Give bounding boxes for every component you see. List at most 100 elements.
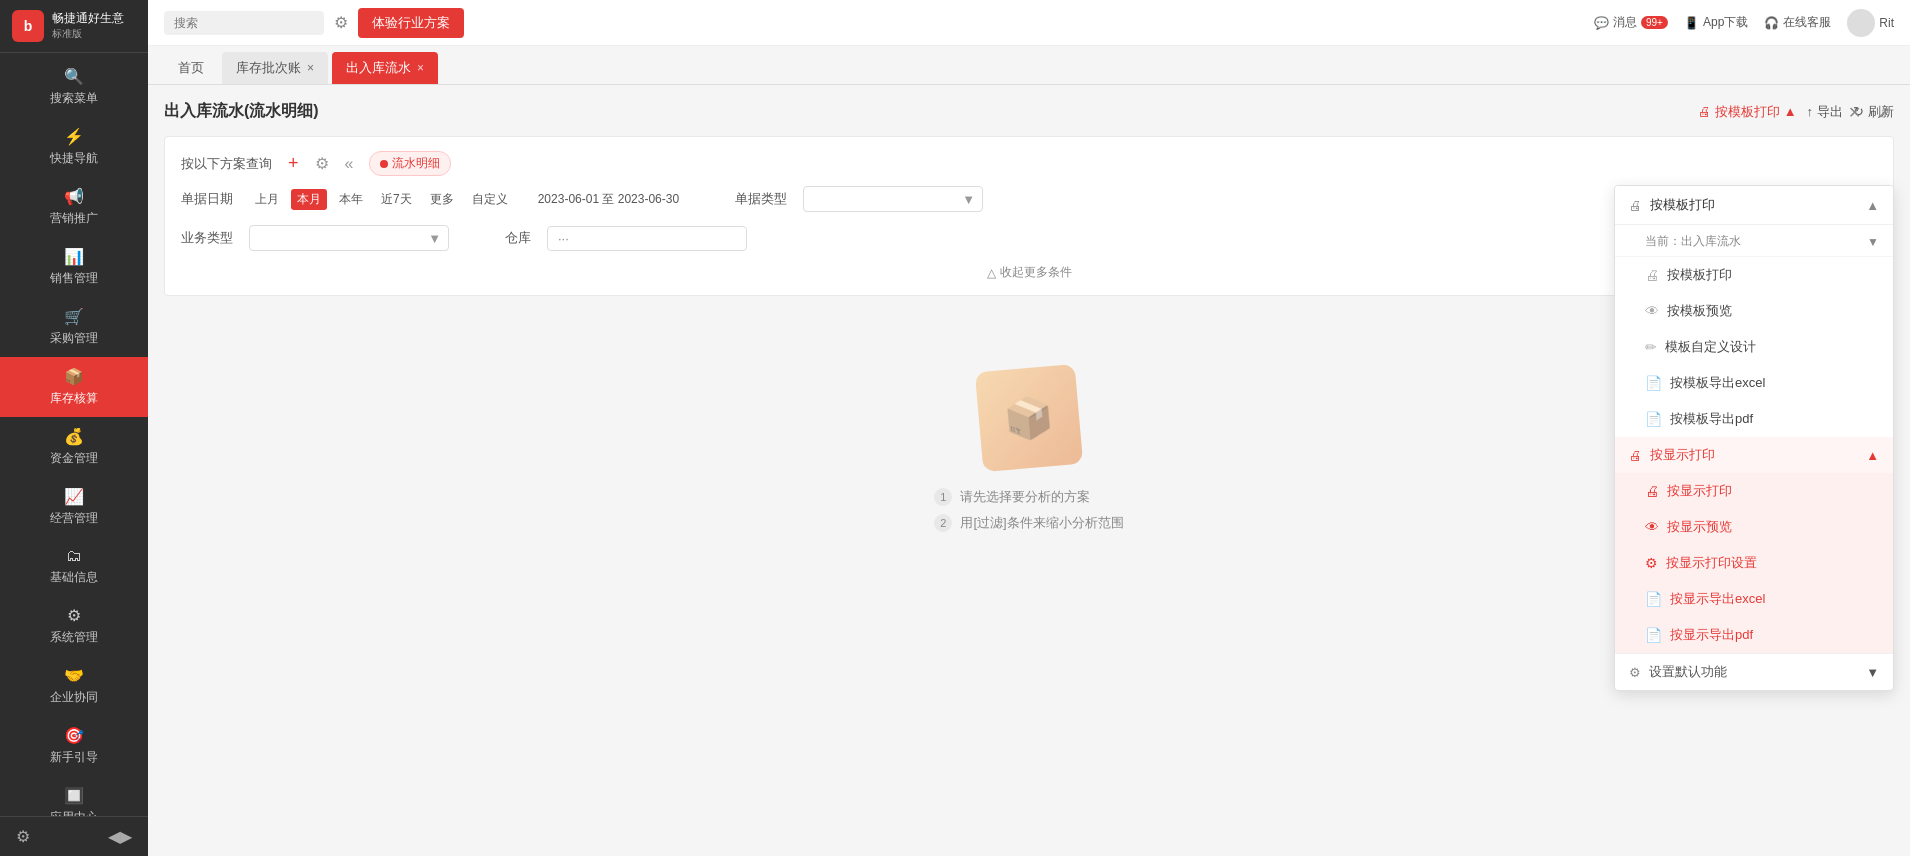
user-item[interactable]: Rit [1847,9,1894,37]
date-label: 单据日期 [181,190,233,208]
window-max-btn[interactable]: ⤢ [1873,99,1894,126]
dp-label-template_export_excel: 按模板导出excel [1670,374,1765,392]
notifications-item[interactable]: 💬 消息 99+ [1594,14,1668,31]
sidebar-icon-search: 🔍 [64,67,84,86]
dp-icon-template_preview: 👁 [1645,303,1659,319]
sidebar-item-enterprise[interactable]: 🤝企业协同 [0,656,148,716]
sidebar-label-guide: 新手引导 [50,749,98,766]
sidebar-icon-basic: 🗂 [66,547,82,565]
sidebar-icon-purchase: 🛒 [64,307,84,326]
dp-item-template_print[interactable]: 🖨按模板打印 [1615,257,1893,293]
dp-icon-display_print: 🖨 [1645,483,1659,499]
tab-flow-label: 出入库流水 [346,59,411,77]
sidebar-item-search[interactable]: 🔍搜索菜单 [0,57,148,117]
dp-footer-arrow: ▼ [1866,665,1879,680]
notification-badge: 99+ [1641,16,1668,29]
dp-header-up-icon[interactable]: ▲ [1866,198,1879,213]
dp-item-template_export_excel[interactable]: 📄按模板导出excel [1615,365,1893,401]
sidebar-item-guide[interactable]: 🎯新手引导 [0,716,148,776]
warehouse-more-icon: ··· [558,231,569,246]
dp-icon-display_preview: 👁 [1645,519,1659,535]
filter-tag: 流水明细 [369,151,451,176]
sidebar-label-basic: 基础信息 [50,569,98,586]
tip-text-2: 用[过滤]条件来缩小分析范围 [960,514,1123,532]
date-opt-custom[interactable]: 自定义 [466,189,514,210]
sidebar-icon-inventory: 📦 [64,367,84,386]
tab-home[interactable]: 首页 [164,52,218,84]
dp-item-template_custom[interactable]: ✏模板自定义设计 [1615,329,1893,365]
print-template-btn[interactable]: 🖨 按模板打印 ▲ [1698,103,1797,121]
dp-display-section-arrow: ▲ [1866,448,1879,463]
doc-type-select[interactable] [803,186,983,212]
sidebar-item-inventory[interactable]: 📦库存核算 [0,357,148,417]
sidebar-icon-finance: 💰 [64,427,84,446]
dp-sub-header: 当前：出入库流水 ▼ [1615,225,1893,257]
sidebar-item-system[interactable]: ⚙系统管理 [0,596,148,656]
dp-footer-label: 设置默认功能 [1649,663,1727,681]
dp-header: 🖨 按模板打印 ▲ [1615,186,1893,225]
sidebar-item-finance[interactable]: 💰资金管理 [0,417,148,477]
export-icon: ↑ [1807,104,1814,119]
tip-num-2: 2 [934,514,952,532]
sidebar-icon-shortcut: ⚡ [64,127,84,146]
sidebar-item-marketing[interactable]: 📢营销推广 [0,177,148,237]
sidebar-icon-apps: 🔲 [64,786,84,805]
collapse-label: 收起更多条件 [1000,264,1072,281]
export-btn[interactable]: ↑ 导出 [1807,103,1844,121]
sidebar: b 畅捷通好生意 标准版 🔍搜索菜单 ⚡ 快捷导航 📢营销推广📊销售管理🛒采购管理📦库… [0,0,148,856]
biz-type-select[interactable] [249,225,449,251]
filter-add-btn[interactable]: + [288,153,299,174]
dp-item-display_settings[interactable]: ⚙按显示打印设置 [1615,545,1893,581]
print-dropdown-arrow[interactable]: ▲ [1784,104,1797,119]
dp-sub-header-arrow[interactable]: ▼ [1867,235,1879,249]
date-opt-this-year[interactable]: 本年 [333,189,369,210]
tab-batch[interactable]: 库存批次账 × [222,52,328,84]
dp-footer[interactable]: ⚙ 设置默认功能 ▼ [1615,653,1893,690]
tab-batch-close[interactable]: × [307,61,314,75]
date-opt-last-month[interactable]: 上月 [249,189,285,210]
window-close-btn[interactable]: ✕ [1844,99,1865,126]
bell-icon: 💬 [1594,16,1609,30]
dp-item-display_export_excel[interactable]: 📄按显示导出excel [1615,581,1893,617]
warehouse-field[interactable]: ··· [547,226,747,251]
template-items-container: 🖨按模板打印👁按模板预览✏模板自定义设计📄按模板导出excel📄按模板导出pdf [1615,257,1893,437]
dp-display-section-header[interactable]: 🖨 按显示打印 ▲ [1615,437,1893,473]
dp-item-display_preview[interactable]: 👁按显示预览 [1615,509,1893,545]
date-opt-this-month[interactable]: 本月 [291,189,327,210]
dp-icon-display_export_excel: 📄 [1645,591,1662,607]
sidebar-collapse-icon[interactable]: ◀▶ [108,827,132,846]
tab-flow[interactable]: 出入库流水 × [332,52,438,84]
sidebar-label-shortcut: 快捷导航 [50,150,98,167]
filter-setting-btn[interactable]: ⚙ [315,154,329,173]
sidebar-item-shortcut[interactable]: ⚡ 快捷导航 [0,117,148,177]
dp-item-template_export_pdf[interactable]: 📄按模板导出pdf [1615,401,1893,437]
app-download-item[interactable]: 📱 App下载 [1684,14,1748,31]
empty-icon: 📦 [1002,392,1056,443]
dp-item-template_preview[interactable]: 👁按模板预览 [1615,293,1893,329]
sidebar-item-purchase[interactable]: 🛒采购管理 [0,297,148,357]
filter-collapse-btn[interactable]: « [345,155,354,173]
sidebar-label-enterprise: 企业协同 [50,689,98,706]
logo-area: b 畅捷通好生意 标准版 [0,0,148,53]
dp-item-display_export_pdf[interactable]: 📄按显示导出pdf [1615,617,1893,653]
search-input[interactable] [164,11,324,35]
sidebar-item-basic[interactable]: 🗂 基础信息 [0,537,148,596]
trial-button[interactable]: 体验行业方案 [358,8,464,38]
dp-display-section-icon: 🖨 [1629,448,1642,463]
sidebar-item-apps[interactable]: 🔲应用中心 [0,776,148,816]
sidebar-item-sales[interactable]: 📊销售管理 [0,237,148,297]
customer-service-item[interactable]: 🎧 在线客服 [1764,14,1831,31]
date-opt-7days[interactable]: 近7天 [375,189,418,210]
date-opt-more[interactable]: 更多 [424,189,460,210]
tab-home-label: 首页 [178,59,204,77]
sidebar-label-marketing: 营销推广 [50,210,98,227]
dp-item-display_print[interactable]: 🖨按显示打印 [1615,473,1893,509]
export-label: 导出 [1817,103,1843,121]
tab-flow-close[interactable]: × [417,61,424,75]
dp-label-template_print: 按模板打印 [1667,266,1732,284]
sidebar-settings-icon[interactable]: ⚙ [16,827,30,846]
sidebar-item-operations[interactable]: 📈经营管理 [0,477,148,537]
topbar-gear-icon[interactable]: ⚙ [334,13,348,32]
dp-icon-template_custom: ✏ [1645,339,1657,355]
date-range: 2023-06-01 至 2023-06-30 [538,191,679,208]
